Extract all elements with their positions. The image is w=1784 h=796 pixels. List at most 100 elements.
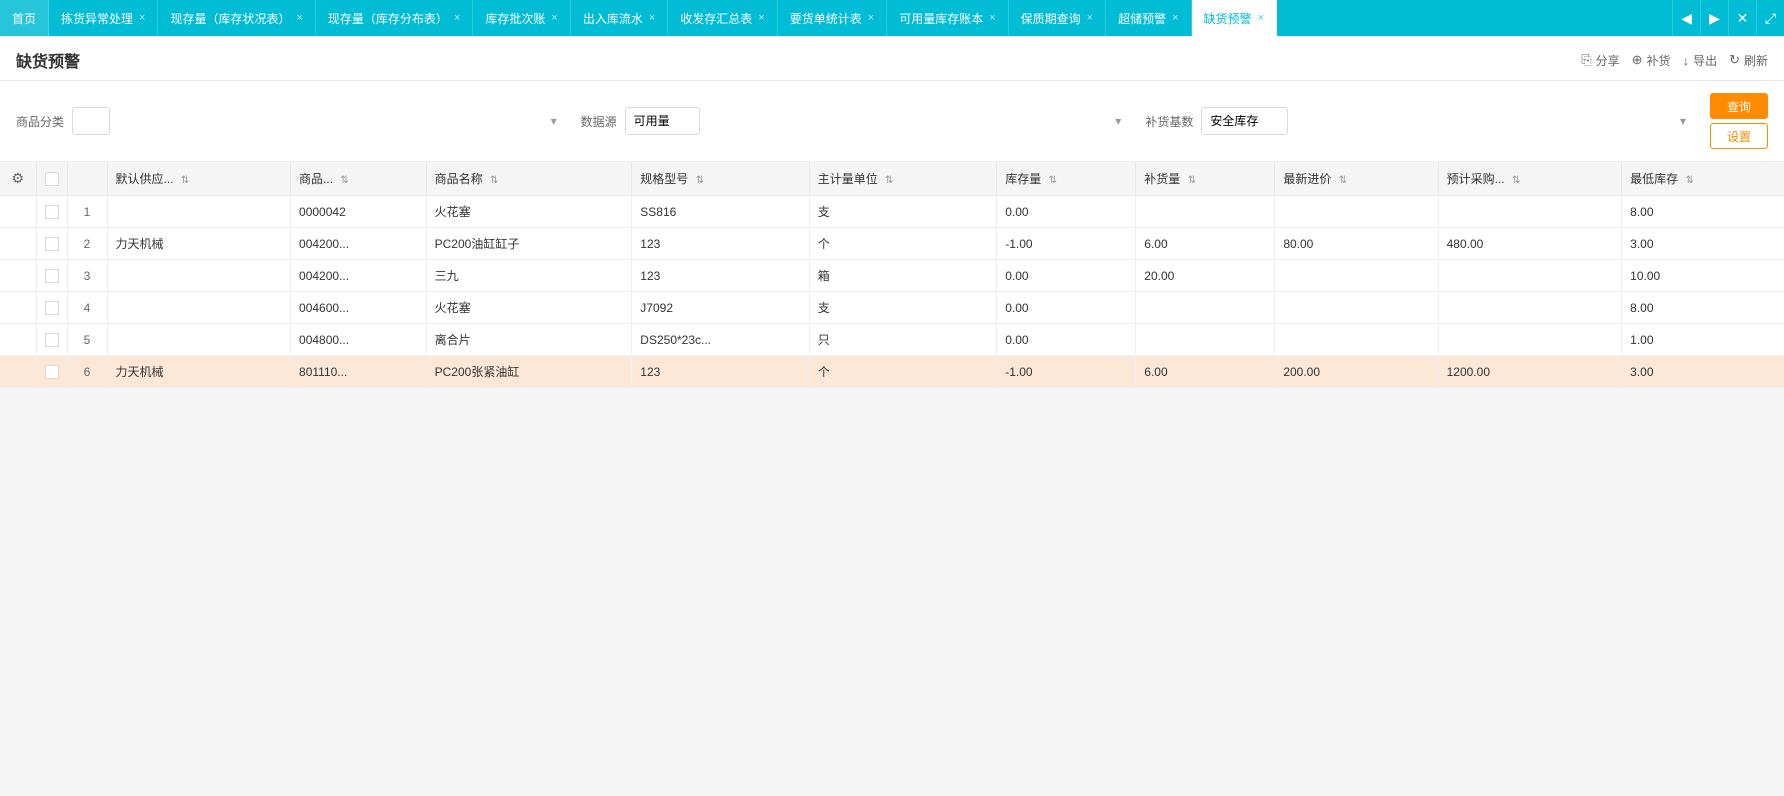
nav-next-button[interactable]: ▶ (1700, 0, 1728, 36)
row-product-name: PC200油缸缸子 (426, 228, 632, 260)
column-spec: 规格型号 ⇅ (632, 162, 809, 196)
nav-tab-label: 首页 (12, 10, 36, 27)
nav-tab-available[interactable]: 可用量库存账本 × (887, 0, 1008, 36)
sort-icon[interactable]: ⇅ (1339, 175, 1347, 186)
close-icon[interactable]: × (758, 12, 764, 24)
sort-icon[interactable]: ⇅ (1512, 175, 1520, 186)
row-latest-price (1275, 292, 1438, 324)
row-spec: J7092 (632, 292, 809, 324)
header-actions: ⎘ 分享 ⊕ 补货 ↓ 导出 ↻ 刷新 (1581, 52, 1768, 69)
export-label: 导出 (1693, 52, 1717, 69)
table-container: ⚙ 默认供应... ⇅ 商品... ⇅ 商品名称 (0, 162, 1784, 388)
close-icon[interactable]: × (296, 12, 302, 24)
row-checkbox[interactable] (45, 205, 59, 219)
column-gear: ⚙ (0, 162, 36, 196)
nav-expand-button[interactable]: ⤢ (1756, 0, 1784, 36)
nav-close-button[interactable]: ✕ (1728, 0, 1756, 36)
nav-tab-stock1[interactable]: 现存量（库存状况表） × (158, 0, 315, 36)
row-product-code: 004600... (291, 292, 427, 324)
nav-tab-stock2[interactable]: 现存量（库存分布表） × (316, 0, 473, 36)
table-row[interactable]: 4 004600... 火花塞 J7092 支 0.00 8.00 (0, 292, 1784, 324)
row-min-stock: 10.00 (1622, 260, 1784, 292)
sort-icon[interactable]: ⇅ (490, 175, 498, 186)
row-num: 3 (67, 260, 107, 292)
nav-tab-order[interactable]: 要货单统计表 × (778, 0, 887, 36)
nav-tab-expiry[interactable]: 保质期查询 × (1009, 0, 1106, 36)
row-default-supplier (107, 324, 291, 356)
replenish-select-wrapper: 安全库存 (1201, 107, 1694, 135)
nav-tab-overstock[interactable]: 超储预警 × (1106, 0, 1191, 36)
table-row[interactable]: 5 004800... 离合片 DS250*23c... 只 0.00 1.00 (0, 324, 1784, 356)
category-select[interactable] (72, 107, 110, 135)
query-button[interactable]: 查询 (1710, 93, 1768, 119)
sort-icon[interactable]: ⇅ (181, 175, 189, 186)
nav-tab-home[interactable]: 首页 (0, 0, 49, 36)
close-icon[interactable]: × (1258, 12, 1264, 24)
close-icon[interactable]: × (139, 12, 145, 24)
row-checkbox[interactable] (45, 301, 59, 315)
replenish-select[interactable]: 安全库存 (1201, 107, 1288, 135)
nav-tab-batch[interactable]: 库存批次账 × (473, 0, 570, 36)
gear-icon[interactable]: ⚙ (11, 170, 24, 186)
table-row[interactable]: 6 力天机械 801110... PC200张紧油缸 123 个 -1.00 6… (0, 356, 1784, 388)
close-icon[interactable]: × (1087, 12, 1093, 24)
row-checkbox-cell (36, 260, 67, 292)
column-unit: 主计量单位 ⇅ (809, 162, 997, 196)
table-row[interactable]: 2 力天机械 004200... PC200油缸缸子 123 个 -1.00 6… (0, 228, 1784, 260)
table-header-row: ⚙ 默认供应... ⇅ 商品... ⇅ 商品名称 (0, 162, 1784, 196)
row-latest-price: 80.00 (1275, 228, 1438, 260)
row-replenish-qty: 6.00 (1136, 228, 1275, 260)
row-unit: 个 (809, 356, 997, 388)
page-title: 缺货预警 (16, 48, 80, 72)
export-button[interactable]: ↓ 导出 (1683, 52, 1718, 69)
row-min-stock: 3.00 (1622, 228, 1784, 260)
table-row[interactable]: 3 004200... 三九 123 箱 0.00 20.00 10.00 (0, 260, 1784, 292)
close-icon[interactable]: × (551, 12, 557, 24)
row-checkbox-cell (36, 228, 67, 260)
sort-icon[interactable]: ⇅ (885, 175, 893, 186)
sort-icon[interactable]: ⇅ (340, 175, 348, 186)
row-product-name: 三九 (426, 260, 632, 292)
page-header: 缺货预警 ⎘ 分享 ⊕ 补货 ↓ 导出 ↻ 刷新 (0, 36, 1784, 81)
share-button[interactable]: ⎘ 分享 (1581, 52, 1619, 69)
close-icon[interactable]: × (868, 12, 874, 24)
datasource-select[interactable]: 可用量 (625, 107, 700, 135)
refresh-button[interactable]: ↻ 刷新 (1729, 52, 1768, 69)
row-default-supplier: 力天机械 (107, 356, 291, 388)
sort-icon[interactable]: ⇅ (1686, 175, 1694, 186)
share-label: 分享 (1596, 52, 1620, 69)
export-icon: ↓ (1683, 53, 1690, 68)
row-checkbox[interactable] (45, 365, 59, 379)
nav-prev-button[interactable]: ◀ (1672, 0, 1700, 36)
column-product-name: 商品名称 ⇅ (426, 162, 632, 196)
nav-tab-shortage[interactable]: 缺货预警 × (1192, 0, 1277, 36)
row-gear-cell (0, 356, 36, 388)
nav-tab-inout[interactable]: 出入库流水 × (571, 0, 668, 36)
row-num: 5 (67, 324, 107, 356)
row-checkbox[interactable] (45, 333, 59, 347)
replenish-button[interactable]: ⊕ 补货 (1632, 52, 1671, 69)
row-forecast-purchase (1438, 292, 1622, 324)
sort-icon[interactable]: ⇅ (696, 175, 704, 186)
nav-tab-picking[interactable]: 拣货异常处理 × (49, 0, 158, 36)
close-icon[interactable]: × (1172, 12, 1178, 24)
settings-button[interactable]: 设置 (1710, 123, 1768, 149)
row-gear-cell (0, 292, 36, 324)
close-icon[interactable]: × (989, 12, 995, 24)
row-checkbox[interactable] (45, 269, 59, 283)
sort-icon[interactable]: ⇅ (1049, 175, 1057, 186)
table-row[interactable]: 1 0000042 火花塞 SS816 支 0.00 8.00 (0, 196, 1784, 228)
select-all-checkbox[interactable] (45, 172, 59, 186)
close-icon[interactable]: × (649, 12, 655, 24)
page-container: 缺货预警 ⎘ 分享 ⊕ 补货 ↓ 导出 ↻ 刷新 商品分类 (0, 36, 1784, 388)
row-replenish-qty: 6.00 (1136, 356, 1275, 388)
sort-icon[interactable]: ⇅ (1188, 175, 1196, 186)
row-product-code: 801110... (291, 356, 427, 388)
nav-tab-summary[interactable]: 收发存汇总表 × (668, 0, 777, 36)
row-checkbox[interactable] (45, 237, 59, 251)
category-select-wrapper (72, 107, 565, 135)
close-icon[interactable]: × (454, 12, 460, 24)
row-forecast-purchase: 1200.00 (1438, 356, 1622, 388)
column-min-stock: 最低库存 ⇅ (1622, 162, 1784, 196)
row-spec: 123 (632, 228, 809, 260)
